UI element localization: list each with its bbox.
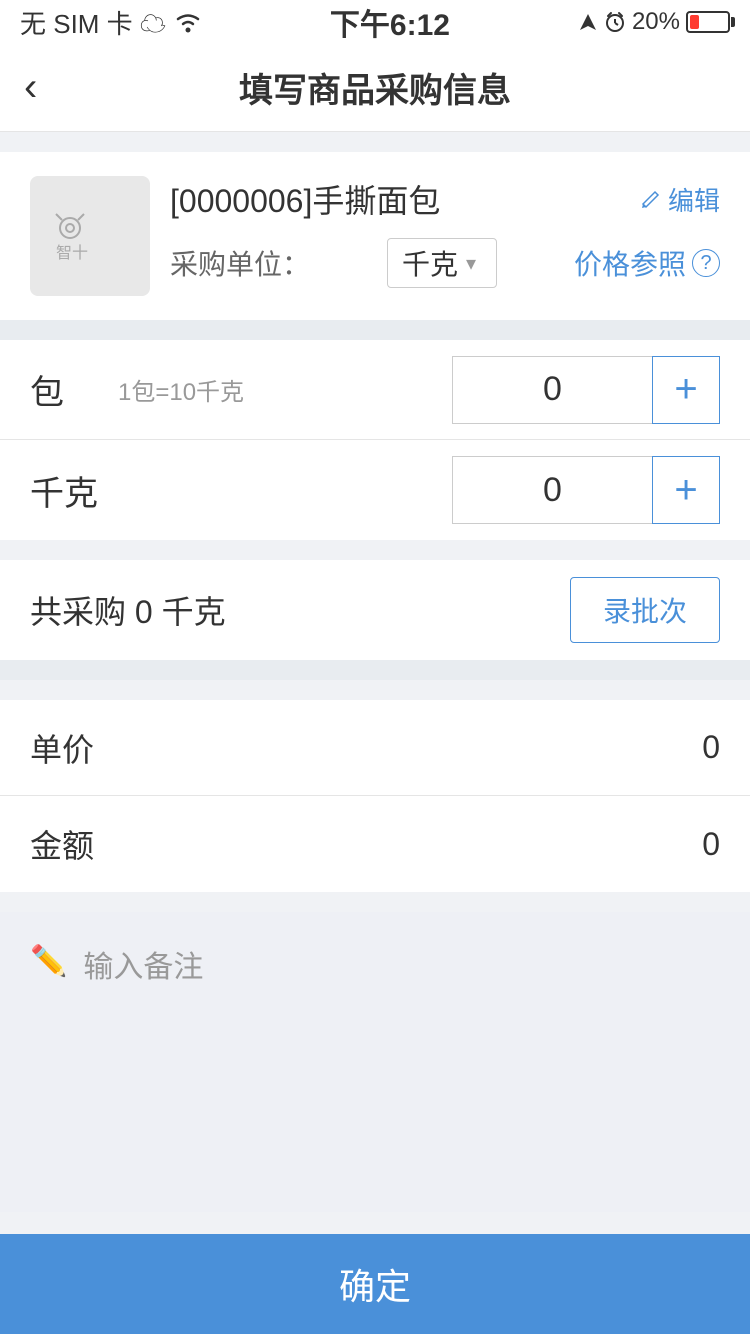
- status-bar: 无 SIM 卡 ☁ 下午6:12 20%: [0, 0, 750, 44]
- page-title: 填写商品采购信息: [239, 63, 511, 112]
- kg-plus-button[interactable]: +: [652, 456, 720, 524]
- location-icon: [578, 12, 598, 32]
- unit-price-value: 0: [702, 729, 720, 766]
- kg-quantity-input[interactable]: [452, 456, 652, 524]
- price-ref-button[interactable]: 价格参照 ?: [574, 243, 720, 283]
- batch-button[interactable]: 录批次: [570, 577, 720, 643]
- bag-sublabel: 1包=10千克: [118, 372, 452, 407]
- product-card: 智十 [0000006]手撕面包 编辑 采购单位： 千克 ▾ 价格参照 ?: [0, 152, 750, 320]
- product-image: 智十: [30, 176, 150, 296]
- svg-text:智十: 智十: [56, 244, 88, 262]
- status-right: 20%: [578, 8, 730, 36]
- info-section: 单价 0 金额 0: [0, 700, 750, 892]
- kg-label: 千克: [30, 466, 110, 515]
- note-section[interactable]: ✏️ 输入备注: [0, 912, 750, 1212]
- unit-select[interactable]: 千克 ▾: [387, 238, 497, 288]
- bag-quantity-input[interactable]: [452, 356, 652, 424]
- divider-1: [0, 320, 750, 340]
- sim-label: 无 SIM 卡 ☁: [20, 4, 166, 41]
- battery-percent: 20%: [632, 8, 680, 36]
- bag-quantity-row: 包 1包=10千克 +: [0, 340, 750, 440]
- summary-section: 共采购 0 千克 录批次: [0, 560, 750, 660]
- unit-price-row: 单价 0: [0, 700, 750, 796]
- confirm-button[interactable]: 确定: [0, 1234, 750, 1334]
- status-left: 无 SIM 卡 ☁: [20, 4, 202, 41]
- bag-input-wrap: +: [452, 356, 720, 424]
- product-info: [0000006]手撕面包 编辑 采购单位： 千克 ▾ 价格参照 ?: [170, 176, 720, 288]
- unit-price-label: 单价: [30, 725, 94, 771]
- quantity-section: 包 1包=10千克 + 千克 +: [0, 340, 750, 540]
- battery-icon: [686, 11, 730, 33]
- kg-quantity-row: 千克 +: [0, 440, 750, 540]
- divider-2: [0, 660, 750, 680]
- kg-input-wrap: +: [452, 456, 720, 524]
- bag-label: 包: [30, 365, 110, 414]
- bag-plus-button[interactable]: +: [652, 356, 720, 424]
- amount-label: 金额: [30, 821, 94, 867]
- status-time: 下午6:12: [330, 0, 450, 44]
- back-button[interactable]: ‹: [24, 65, 37, 110]
- note-placeholder: 输入备注: [83, 942, 203, 986]
- pencil-icon: ✏️: [30, 944, 67, 979]
- edit-button[interactable]: 编辑: [640, 181, 720, 218]
- amount-value: 0: [702, 826, 720, 863]
- purchase-unit-label: 采购单位：: [170, 243, 310, 283]
- nav-bar: ‹ 填写商品采购信息: [0, 44, 750, 132]
- product-name: [0000006]手撕面包: [170, 176, 440, 222]
- wifi-icon: [174, 11, 202, 33]
- summary-text: 共采购 0 千克: [30, 587, 226, 633]
- amount-row: 金额 0: [0, 796, 750, 892]
- alarm-icon: [604, 11, 626, 33]
